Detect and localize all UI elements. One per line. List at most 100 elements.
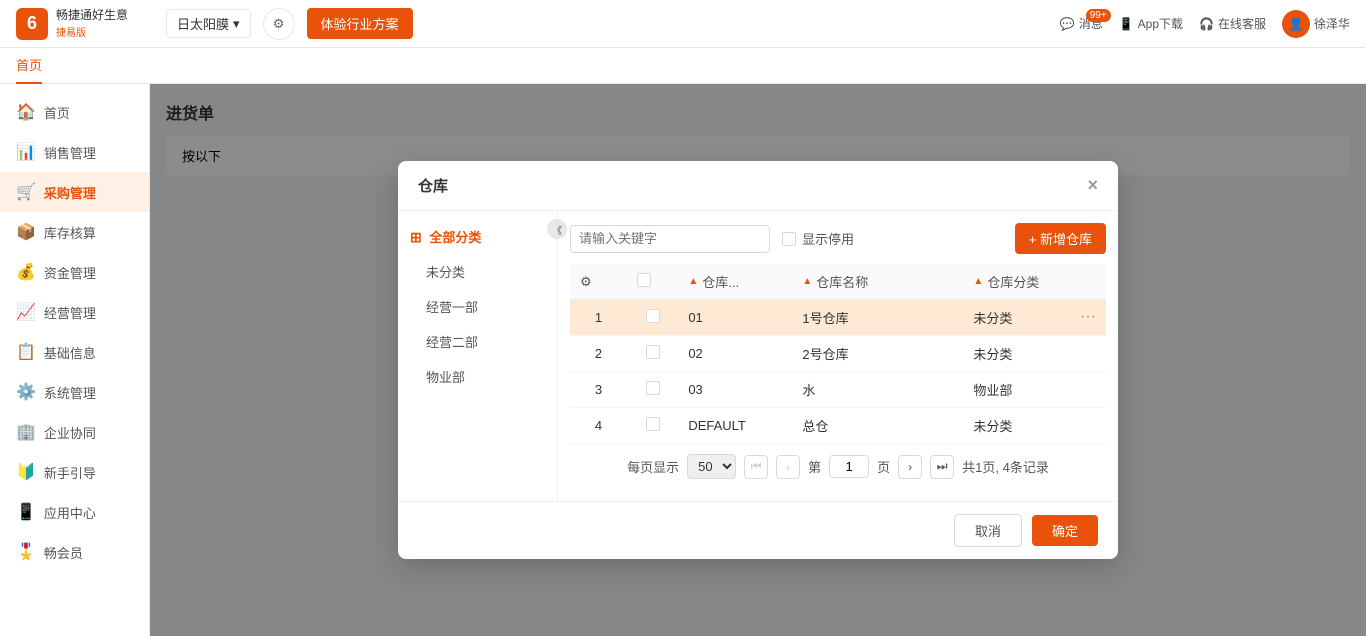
col-header-gear: ⚙	[570, 264, 627, 300]
sidebar-item-sales[interactable]: 📊 销售管理	[0, 132, 149, 172]
checkbox-icon	[782, 232, 796, 246]
row-check-cell[interactable]	[627, 408, 678, 444]
data-table: ⚙ ▲ 仓库...	[570, 264, 1106, 444]
table-header-row: ⚙ ▲ 仓库...	[570, 264, 1106, 300]
search-icon[interactable]: 🔍	[763, 226, 770, 252]
sidebar-item-member[interactable]: 🎖️ 畅会员	[0, 532, 149, 572]
sidebar-item-enterprise[interactable]: 🏢 企业协同	[0, 412, 149, 452]
pagination: 每页显示 50 ⏮ ‹ 第 页 › ⏭ 共1页, 4条记录	[570, 444, 1106, 489]
sort-icon: ▲	[973, 276, 983, 287]
sidebar-item-inventory[interactable]: 📦 库存核算	[0, 212, 149, 252]
category-panel: ⊞ 全部分类 《 未分类 经营一部 经营二部 物业部	[398, 211, 558, 501]
total-info: 共1页, 4条记录	[962, 457, 1049, 476]
prev-page-button[interactable]: ‹	[776, 455, 800, 479]
modal-title: 仓库	[418, 175, 448, 196]
row-gear-cell: 1	[570, 300, 627, 336]
user-name: 徐泽华	[1314, 15, 1350, 32]
message-badge: 99+	[1086, 9, 1111, 22]
content-area: 进货单 按以下 仓库 × ⊞ 全	[150, 84, 1366, 636]
last-page-button[interactable]: ⏭	[930, 455, 954, 479]
row-checkbox[interactable]	[646, 381, 660, 395]
sidebar-item-guide[interactable]: 🔰 新手引导	[0, 452, 149, 492]
row-checkbox[interactable]	[646, 309, 660, 323]
store-name: 日太阳膜	[177, 14, 229, 33]
row-gear-cell: 2	[570, 336, 627, 372]
logo-title: 畅捷通好生意	[56, 8, 128, 24]
main-layout: 🏠 首页 📊 销售管理 🛒 采购管理 📦 库存核算 💰 资金管理 📈 经营管理 …	[0, 84, 1366, 636]
sidebar-item-label: 采购管理	[44, 183, 96, 202]
guide-icon: 🔰	[16, 462, 36, 482]
row-gear-cell: 3	[570, 372, 627, 408]
sidebar-item-label: 资金管理	[44, 263, 96, 282]
next-page-button[interactable]: ›	[898, 455, 922, 479]
modal-dialog: 仓库 × ⊞ 全部分类 《 未分类	[398, 161, 1118, 559]
row-check-cell[interactable]	[627, 300, 678, 336]
category-item-ops1[interactable]: 经营一部	[398, 289, 557, 324]
message-icon: 💬	[1060, 17, 1075, 31]
page-number-input[interactable]	[829, 455, 869, 478]
settings-button[interactable]: ⚙	[263, 8, 295, 40]
store-selector[interactable]: 日太阳膜 ▾	[166, 9, 251, 38]
modal-body: ⊞ 全部分类 《 未分类 经营一部 经营二部 物业部	[398, 211, 1118, 501]
chevron-down-icon: ▾	[233, 16, 240, 32]
sidebar-item-label: 企业协同	[44, 423, 96, 442]
show-disabled-checkbox[interactable]: 显示停用	[782, 229, 854, 248]
sidebar-item-purchase[interactable]: 🛒 采购管理	[0, 172, 149, 212]
more-options-icon[interactable]: ···	[1080, 308, 1096, 326]
service-label: 在线客服	[1218, 15, 1266, 32]
message-button[interactable]: 💬 消息 99+	[1060, 15, 1103, 32]
first-page-button[interactable]: ⏮	[744, 455, 768, 479]
sidebar-item-label: 经营管理	[44, 303, 96, 322]
avatar: 👤	[1282, 10, 1310, 38]
col-header-name: ▲ 仓库名称	[792, 264, 963, 300]
sidebar-item-label: 新手引导	[44, 463, 96, 482]
row-checkbox[interactable]	[646, 417, 660, 431]
category-item-property[interactable]: 物业部	[398, 359, 557, 394]
col-name-label: 仓库名称	[816, 272, 868, 291]
table-row[interactable]: 4 DEFAULT 总仓 未分类	[570, 408, 1106, 444]
category-collapse-button[interactable]: 《	[547, 219, 567, 239]
all-category-button[interactable]: ⊞ 全部分类	[398, 219, 557, 254]
confirm-button[interactable]: 确定	[1032, 515, 1098, 546]
sidebar: 🏠 首页 📊 销售管理 🛒 采购管理 📦 库存核算 💰 资金管理 📈 经营管理 …	[0, 84, 150, 636]
row-check-cell[interactable]	[627, 372, 678, 408]
sidebar-item-system[interactable]: ⚙️ 系统管理	[0, 372, 149, 412]
sidebar-item-operations[interactable]: 📈 经营管理	[0, 292, 149, 332]
row-name-cell: 2号仓库	[792, 336, 963, 372]
per-page-select[interactable]: 50	[687, 454, 736, 479]
sidebar-item-basic[interactable]: 📋 基础信息	[0, 332, 149, 372]
sidebar-item-home[interactable]: 🏠 首页	[0, 92, 149, 132]
category-item-ops2[interactable]: 经营二部	[398, 324, 557, 359]
sidebar-item-label: 销售管理	[44, 143, 96, 162]
online-service-button[interactable]: 🎧 在线客服	[1199, 15, 1266, 32]
sidebar-item-apps[interactable]: 📱 应用中心	[0, 492, 149, 532]
col-header-check	[627, 264, 678, 300]
logo-icon: 6	[16, 8, 48, 40]
logo-subtitle: 捷易版	[56, 24, 128, 39]
table-row[interactable]: 3 03 水 物业部	[570, 372, 1106, 408]
enterprise-icon: 🏢	[16, 422, 36, 442]
category-item-unclassified[interactable]: 未分类	[398, 254, 557, 289]
member-icon: 🎖️	[16, 542, 36, 562]
header-checkbox[interactable]	[637, 273, 651, 287]
basic-icon: 📋	[16, 342, 36, 362]
modal-footer: 取消 确定	[398, 501, 1118, 559]
col-header-code: ▲ 仓库...	[678, 264, 792, 300]
search-input[interactable]	[571, 226, 763, 251]
sidebar-item-finance[interactable]: 💰 资金管理	[0, 252, 149, 292]
app-download-button[interactable]: 📱 App下载	[1119, 15, 1183, 32]
subnav-home[interactable]: 首页	[16, 47, 42, 84]
user-menu[interactable]: 👤 徐泽华	[1282, 10, 1350, 38]
col-header-category: ▲ 仓库分类	[963, 264, 1106, 300]
row-check-cell[interactable]	[627, 336, 678, 372]
add-warehouse-button[interactable]: + 新增仓库	[1015, 223, 1106, 254]
table-row[interactable]: 1 01 1号仓库 未分类 ···	[570, 300, 1106, 336]
table-row[interactable]: 2 02 2号仓库 未分类	[570, 336, 1106, 372]
cancel-button[interactable]: 取消	[954, 514, 1022, 547]
sidebar-item-label: 库存核算	[44, 223, 96, 242]
trial-button[interactable]: 体验行业方案	[307, 8, 413, 39]
row-checkbox[interactable]	[646, 345, 660, 359]
modal-overlay: 仓库 × ⊞ 全部分类 《 未分类	[150, 84, 1366, 636]
modal-close-button[interactable]: ×	[1087, 175, 1098, 196]
sales-icon: 📊	[16, 142, 36, 162]
